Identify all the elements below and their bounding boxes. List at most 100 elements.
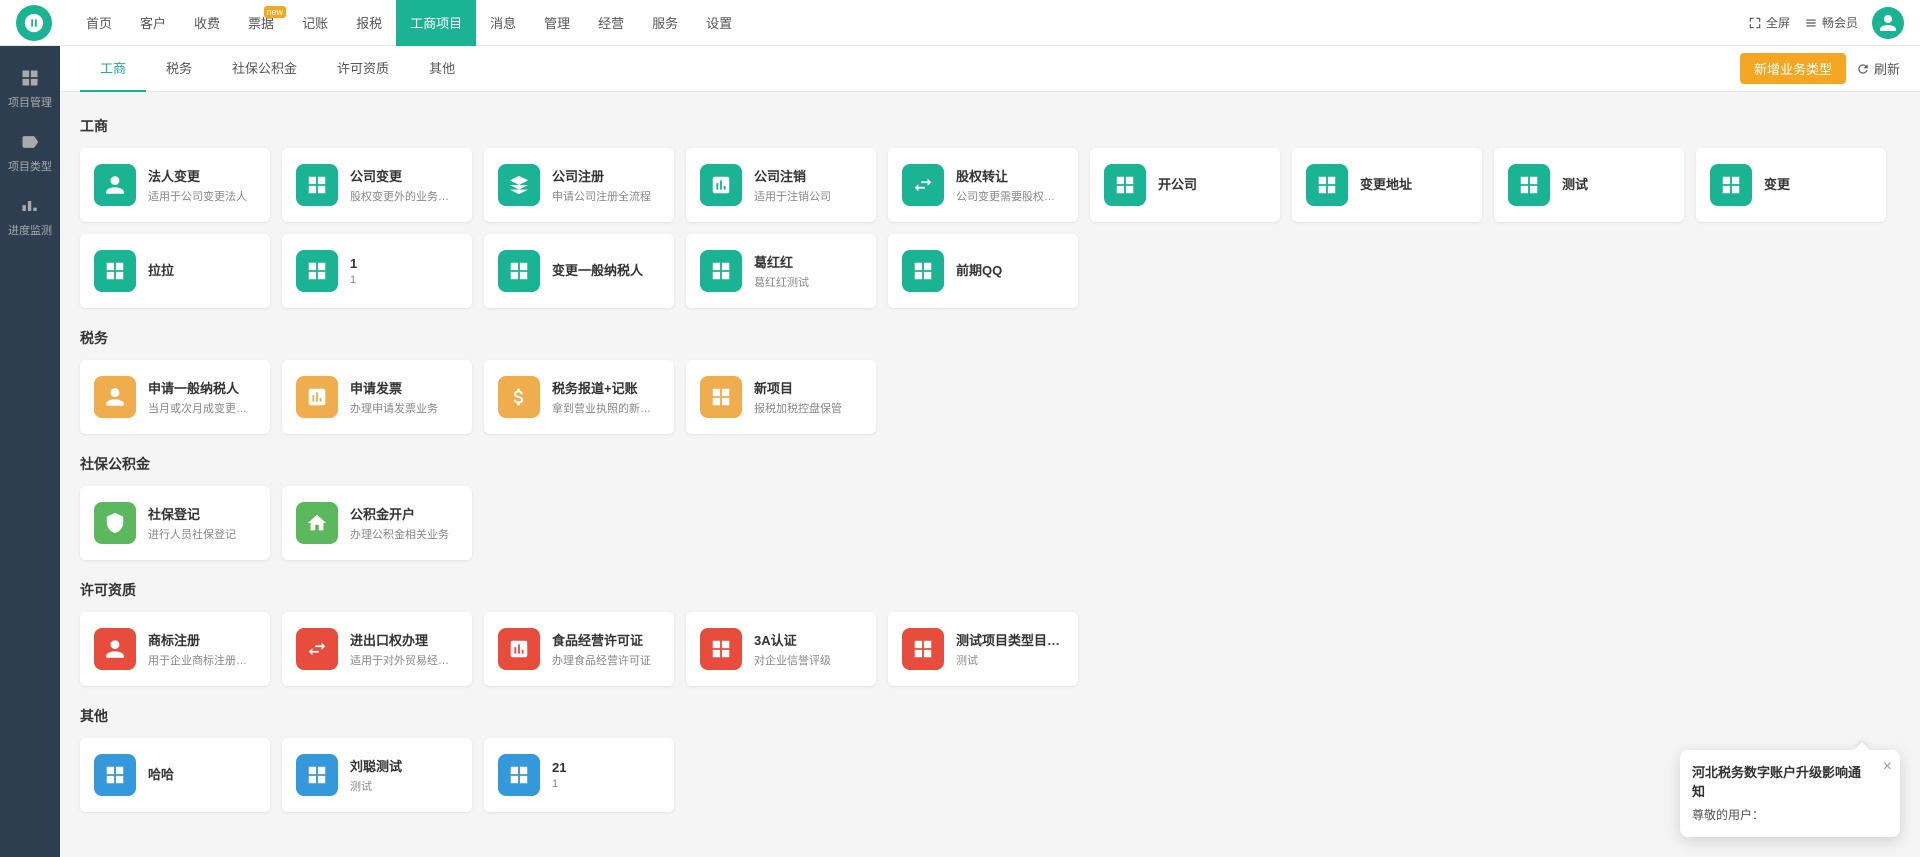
card-shebao-dengji[interactable]: 社保登记 进行人员社保登记 bbox=[80, 486, 270, 560]
card-icon bbox=[296, 502, 338, 544]
nav-billing[interactable]: 收费 bbox=[180, 0, 234, 46]
card-gongsi-zhuce[interactable]: 公司注册 申请公司注册全流程 bbox=[484, 148, 674, 222]
card-icon bbox=[94, 376, 136, 418]
card-icon bbox=[1104, 164, 1146, 206]
card-name: 刘聪测试 bbox=[350, 756, 458, 775]
nav-customer[interactable]: 客户 bbox=[126, 0, 180, 46]
card-21[interactable]: 21 1 bbox=[484, 738, 674, 812]
card-desc: 适用于对外贸易经营者 bbox=[350, 652, 458, 668]
card-icon bbox=[296, 628, 338, 670]
tab-gongshang[interactable]: 工商 bbox=[80, 46, 146, 92]
popup-close-button[interactable]: × bbox=[1883, 758, 1892, 776]
card-3a[interactable]: 3A认证 对企业信誉评级 bbox=[686, 612, 876, 686]
section-title-gongshang: 工商 bbox=[80, 116, 1900, 136]
card-name: 哈哈 bbox=[148, 764, 256, 783]
card-import-export[interactable]: 进出口权办理 适用于对外贸易经营者 bbox=[282, 612, 472, 686]
card-name: 法人变更 bbox=[148, 166, 256, 185]
card-name: 公司变更 bbox=[350, 166, 458, 185]
card-desc: 拿到营业执照的新公司 bbox=[552, 400, 660, 416]
card-icon bbox=[498, 164, 540, 206]
card-new-project[interactable]: 新项目 报税加税控盘保管 bbox=[686, 360, 876, 434]
card-shenqing-fapiao[interactable]: 申请发票 办理申请发票业务 bbox=[282, 360, 472, 434]
card-gehonghong[interactable]: 葛红红 葛红红测试 bbox=[686, 234, 876, 308]
fullscreen-button[interactable]: 全屏 bbox=[1748, 14, 1790, 31]
notification-title: 河北税务数字账户升级影响通知 bbox=[1692, 762, 1888, 800]
tab-shuiwu[interactable]: 税务 bbox=[146, 46, 212, 92]
nav-bizproject[interactable]: 工商项目 bbox=[396, 0, 476, 46]
card-icon bbox=[498, 754, 540, 796]
nav-service[interactable]: 服务 bbox=[638, 0, 692, 46]
section-title-shebao: 社保公积金 bbox=[80, 454, 1900, 474]
card-faren-biangeng[interactable]: 法人变更 适用于公司变更法人 bbox=[80, 148, 270, 222]
card-icon bbox=[94, 250, 136, 292]
card-lala[interactable]: 拉拉 bbox=[80, 234, 270, 308]
card-desc: 对企业信誉评级 bbox=[754, 652, 862, 668]
card-liucong-test[interactable]: 刘聪测试 测试 bbox=[282, 738, 472, 812]
card-icon bbox=[296, 376, 338, 418]
card-name: 申请一般纳税人 bbox=[148, 378, 256, 397]
card-icon bbox=[498, 376, 540, 418]
card-biangeng-dizhi[interactable]: 变更地址 bbox=[1292, 148, 1482, 222]
logo-icon bbox=[16, 5, 52, 41]
nav-manage[interactable]: 管理 bbox=[530, 0, 584, 46]
tab-shebao[interactable]: 社保公积金 bbox=[212, 46, 317, 92]
notification-popup: × 河北税务数字账户升级影响通知 尊敬的用户： bbox=[1680, 750, 1900, 837]
tabs-right: 新增业务类型 刷新 bbox=[1740, 53, 1900, 84]
card-icon bbox=[94, 628, 136, 670]
nav-home[interactable]: 首页 bbox=[72, 0, 126, 46]
card-name: 开公司 bbox=[1158, 174, 1266, 193]
card-gongsi-biangeng[interactable]: 公司变更 股权变更外的业务变更 bbox=[282, 148, 472, 222]
sidebar: 项目管理 项目类型 进度监测 bbox=[0, 46, 60, 857]
nav-operation[interactable]: 经营 bbox=[584, 0, 638, 46]
card-kai-gongsi[interactable]: 开公司 bbox=[1090, 148, 1280, 222]
refresh-button[interactable]: 刷新 bbox=[1856, 59, 1900, 78]
card-icon bbox=[296, 164, 338, 206]
card-guquan-zhuanrang[interactable]: 股权转让 公司变更需要股权转让 bbox=[888, 148, 1078, 222]
card-biangeng-納税[interactable]: 变更一般纳税人 bbox=[484, 234, 674, 308]
card-desc: 用于企业商标注册服务 bbox=[148, 652, 256, 668]
tabs-bar: 工商 税务 社保公积金 许可资质 其他 新增业务类型 刷新 bbox=[60, 46, 1920, 92]
card-test-type[interactable]: 测试项目类型目定义 测试 bbox=[888, 612, 1078, 686]
card-trademark[interactable]: 商标注册 用于企业商标注册服务 bbox=[80, 612, 270, 686]
card-food-license[interactable]: 食品经营许可证 办理食品经营许可证 bbox=[484, 612, 674, 686]
card-shuiwu-jizhang[interactable]: 税务报道+记账 拿到营业执照的新公司 bbox=[484, 360, 674, 434]
nav-tax[interactable]: 报税 bbox=[342, 0, 396, 46]
card-gongjijin-kaihu[interactable]: 公积金开户 办理公积金相关业务 bbox=[282, 486, 472, 560]
card-shenqing-納税[interactable]: 申请一般纳税人 当月或次月成变更完成 bbox=[80, 360, 270, 434]
nav-message[interactable]: 消息 bbox=[476, 0, 530, 46]
card-icon bbox=[1306, 164, 1348, 206]
card-haha[interactable]: 哈哈 bbox=[80, 738, 270, 812]
sidebar-item-project-type[interactable]: 项目类型 bbox=[0, 120, 60, 184]
card-name: 申请发票 bbox=[350, 378, 458, 397]
card-icon bbox=[498, 250, 540, 292]
tab-other[interactable]: 其他 bbox=[409, 46, 475, 92]
cards-grid-gongshang: 法人变更 适用于公司变更法人 公司变更 股权变更外的业务变更 公司注册 bbox=[80, 148, 1900, 308]
sidebar-item-progress-monitor[interactable]: 进度监测 bbox=[0, 184, 60, 248]
nav-ticket[interactable]: 票据 new bbox=[234, 0, 288, 46]
grid-icon bbox=[18, 66, 42, 90]
cards-grid-xuke: 商标注册 用于企业商标注册服务 进出口权办理 适用于对外贸易经营者 食品经营 bbox=[80, 612, 1900, 686]
avatar[interactable] bbox=[1872, 7, 1904, 39]
add-type-button[interactable]: 新增业务类型 bbox=[1740, 53, 1846, 84]
section-title-xuke: 许可资质 bbox=[80, 580, 1900, 600]
card-gongsi-zhuxiao[interactable]: 公司注销 适用于注销公司 bbox=[686, 148, 876, 222]
card-desc: 申请公司注册全流程 bbox=[552, 188, 660, 204]
tabs-left: 工商 税务 社保公积金 许可资质 其他 bbox=[80, 46, 475, 92]
card-desc: 测试 bbox=[350, 778, 458, 794]
card-icon bbox=[94, 164, 136, 206]
tab-xuke[interactable]: 许可资质 bbox=[317, 46, 409, 92]
vip-button[interactable]: 畅会员 bbox=[1804, 14, 1858, 31]
card-test1[interactable]: 测试 bbox=[1494, 148, 1684, 222]
card-icon bbox=[296, 754, 338, 796]
card-icon bbox=[902, 628, 944, 670]
card-one[interactable]: 1 1 bbox=[282, 234, 472, 308]
card-qianqiqq[interactable]: 前期QQ bbox=[888, 234, 1078, 308]
card-name: 新项目 bbox=[754, 378, 862, 397]
nav-bookkeeping[interactable]: 记账 bbox=[288, 0, 342, 46]
card-icon bbox=[902, 164, 944, 206]
nav-settings[interactable]: 设置 bbox=[692, 0, 746, 46]
card-icon bbox=[902, 250, 944, 292]
card-name: 公积金开户 bbox=[350, 504, 458, 523]
card-biangeng2[interactable]: 变更 bbox=[1696, 148, 1886, 222]
sidebar-item-project-management[interactable]: 项目管理 bbox=[0, 56, 60, 120]
